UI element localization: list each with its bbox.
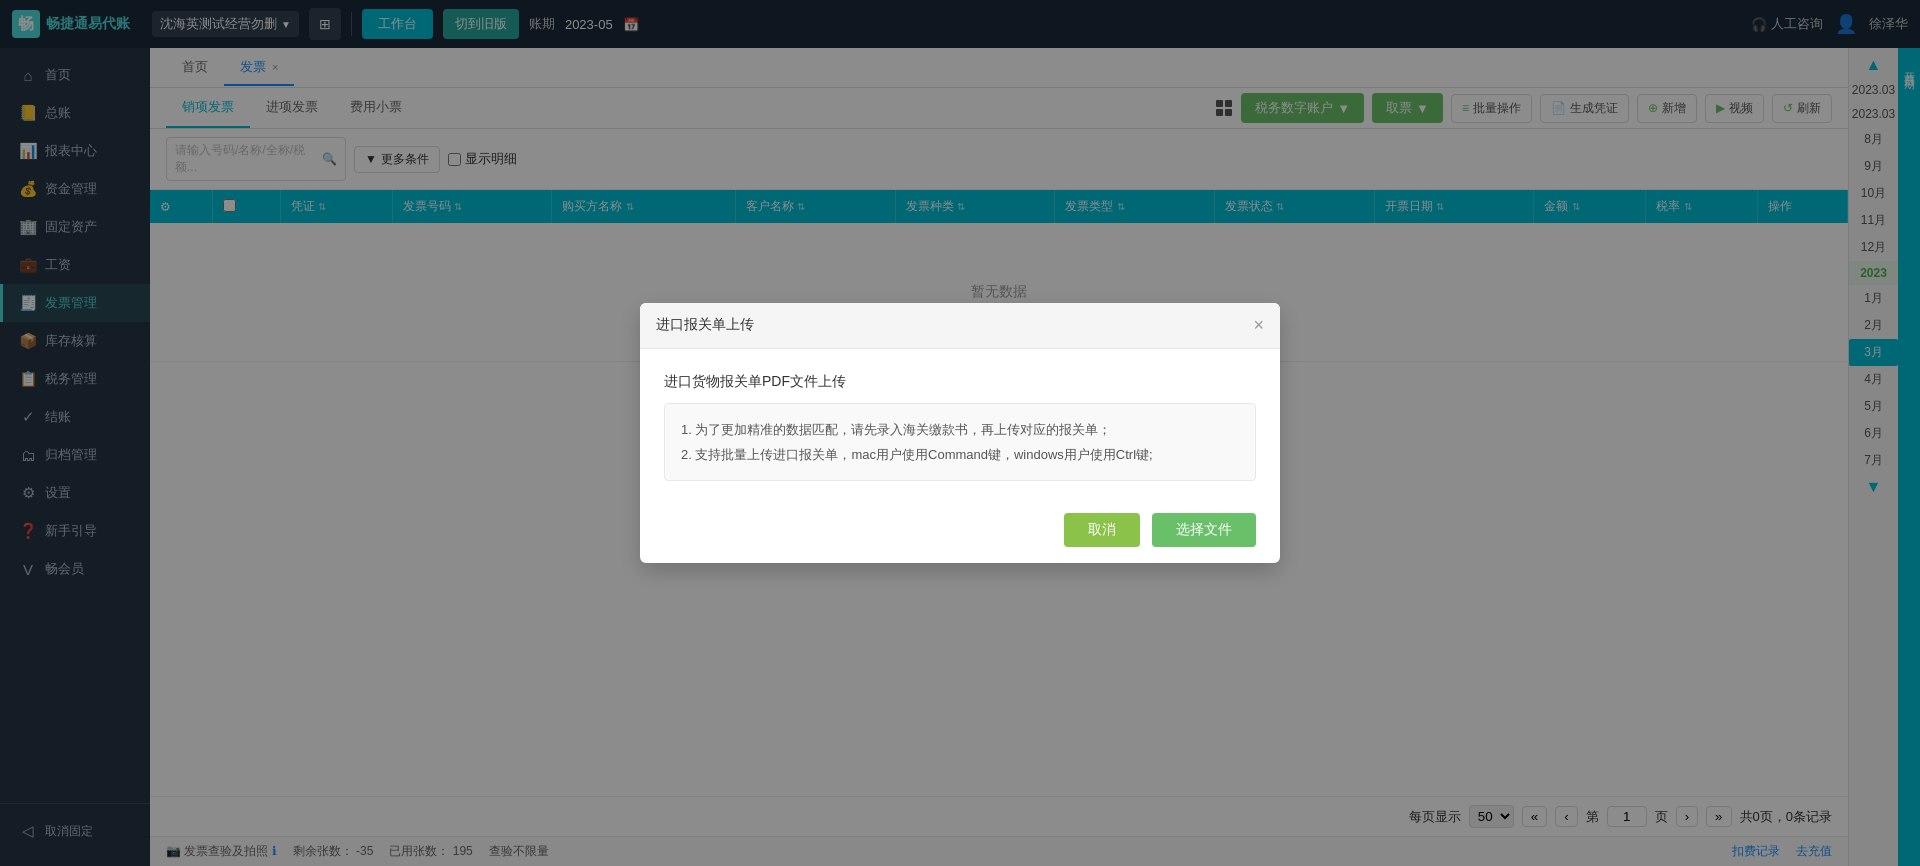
upload-title: 进口货物报关单PDF文件上传 bbox=[664, 373, 1256, 391]
modal-overlay[interactable]: 进口报关单上传 × 进口货物报关单PDF文件上传 1. 为了更加精准的数据匹配，… bbox=[0, 0, 1920, 866]
modal-footer: 取消 选择文件 bbox=[640, 497, 1280, 563]
import-customs-modal: 进口报关单上传 × 进口货物报关单PDF文件上传 1. 为了更加精准的数据匹配，… bbox=[640, 303, 1280, 564]
modal-title: 进口报关单上传 bbox=[656, 316, 754, 334]
modal-select-file-button[interactable]: 选择文件 bbox=[1152, 513, 1256, 547]
modal-body: 进口货物报关单PDF文件上传 1. 为了更加精准的数据匹配，请先录入海关缴款书，… bbox=[640, 349, 1280, 498]
info-box: 1. 为了更加精准的数据匹配，请先录入海关缴款书，再上传对应的报关单； 2. 支… bbox=[664, 403, 1256, 482]
modal-cancel-button[interactable]: 取消 bbox=[1064, 513, 1140, 547]
info-item-2: 2. 支持批量上传进口报关单，mac用户使用Command键，windows用户… bbox=[681, 443, 1239, 466]
modal-close-button[interactable]: × bbox=[1253, 315, 1264, 336]
modal-header: 进口报关单上传 × bbox=[640, 303, 1280, 349]
info-item-1: 1. 为了更加精准的数据匹配，请先录入海关缴款书，再上传对应的报关单； bbox=[681, 418, 1239, 441]
